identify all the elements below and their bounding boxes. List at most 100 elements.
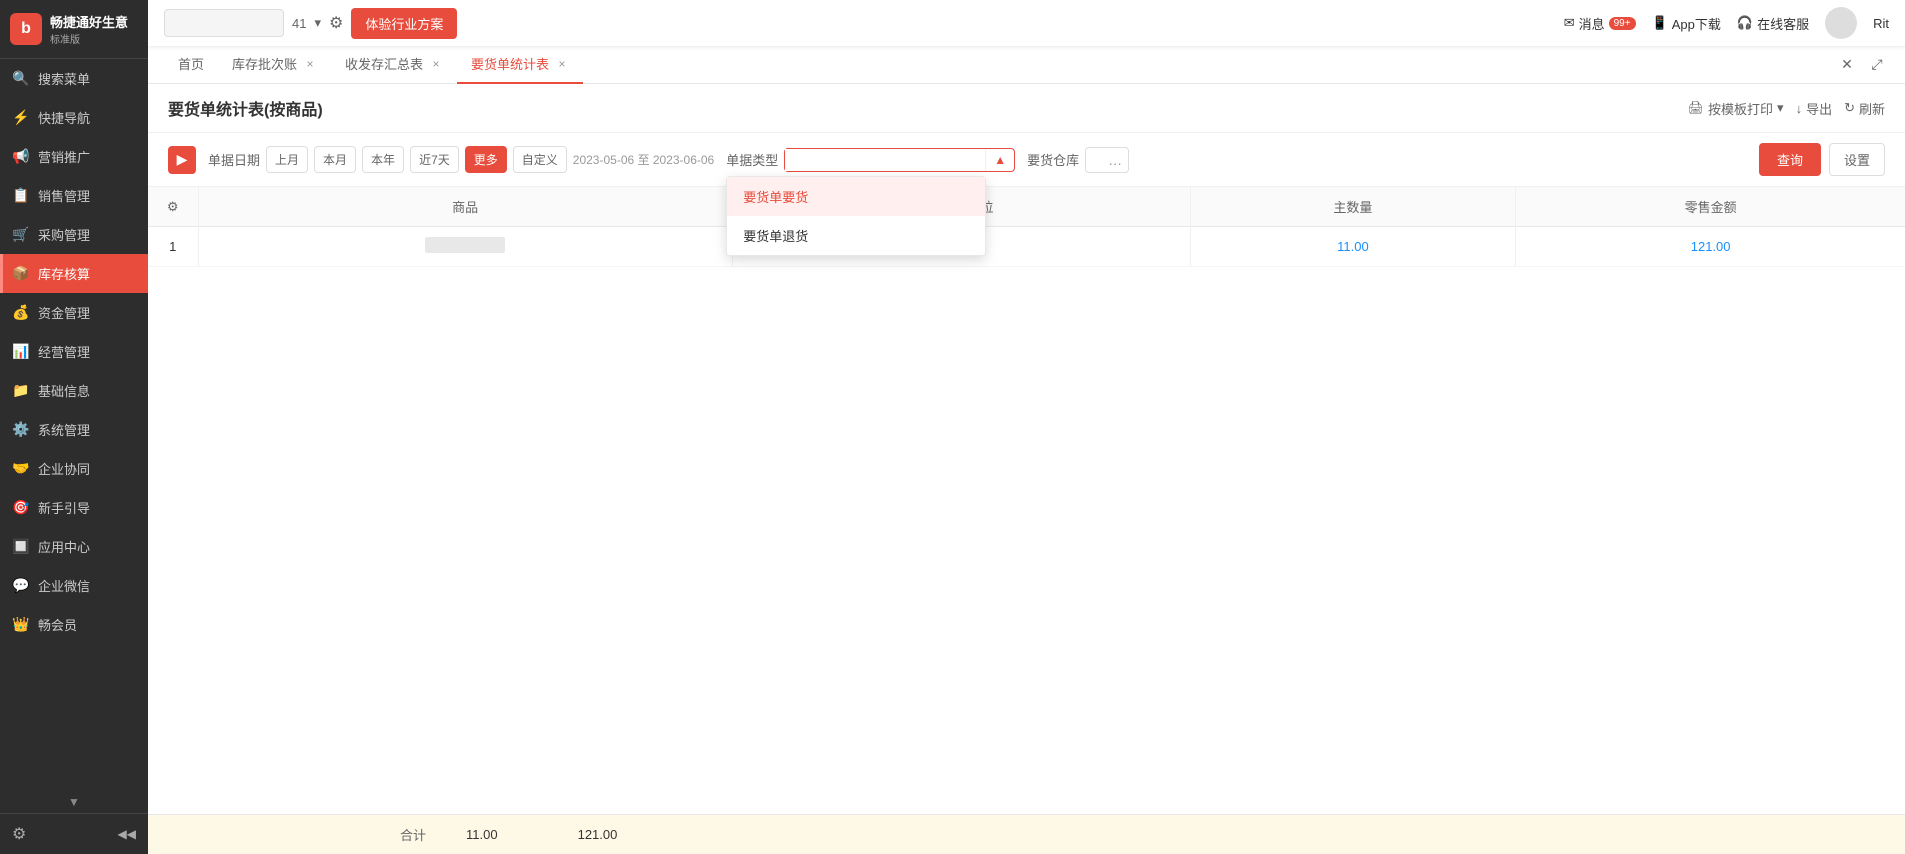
sidebar-app-center-label: 应用中心 <box>38 537 90 556</box>
query-btn[interactable]: 查询 <box>1759 143 1821 176</box>
sidebar-settings-icon[interactable]: ⚙ <box>12 824 26 844</box>
type-filter-label: 单据类型 <box>726 150 778 169</box>
date-current-month-btn[interactable]: 本月 <box>314 146 356 173</box>
quantity-link[interactable]: 11.00 <box>1337 239 1369 254</box>
tab-expand-btn[interactable]: ⤢ <box>1865 53 1889 77</box>
basic-icon: 📁 <box>12 382 30 400</box>
footer-amount: 121.00 <box>538 827 658 842</box>
table-settings-icon: ⚙ <box>167 199 179 214</box>
goods-placeholder <box>425 237 505 253</box>
warehouse-more-icon[interactable]: … <box>1102 148 1128 172</box>
user-avatar[interactable] <box>1825 7 1857 39</box>
warehouse-input-group[interactable]: … <box>1085 147 1129 173</box>
date-prev-month-btn[interactable]: 上月 <box>266 146 308 173</box>
sidebar-item-operations[interactable]: 📊 经营管理 <box>0 332 148 371</box>
username-label[interactable]: Rit <box>1873 16 1889 31</box>
type-input-chevron-icon[interactable]: ▲ <box>985 149 1014 171</box>
type-dropdown-menu: 要货单要货 要货单退货 <box>726 176 986 256</box>
chevron-down-icon: ▾ <box>314 15 321 31</box>
sidebar-item-guide[interactable]: 🎯 新手引导 <box>0 488 148 527</box>
cell-index: 1 <box>148 227 198 267</box>
sidebar-item-wechat[interactable]: 💬 企业微信 <box>0 566 148 605</box>
table-header-row: ⚙ 商品 主计量单位 主数量 零售金额 <box>148 187 1905 227</box>
online-service-btn[interactable]: 🎧 在线客服 <box>1737 14 1809 33</box>
search-icon: 🔍 <box>12 70 30 88</box>
sidebar-purchase-label: 采购管理 <box>38 225 90 244</box>
tab-inventory-batch-close[interactable]: × <box>303 57 317 71</box>
export-btn[interactable]: ↓ 导出 <box>1796 99 1833 118</box>
type-input-group: ▲ <box>784 148 1015 172</box>
sidebar-scroll-indicator: ▼ <box>0 791 148 813</box>
cell-goods <box>198 227 732 267</box>
topbar-dropdown[interactable]: ▾ <box>314 15 321 31</box>
tab-receive-summary-close[interactable]: × <box>429 57 443 71</box>
sidebar-item-search[interactable]: 🔍 搜索菜单 <box>0 59 148 98</box>
page-container: 要货单统计表(按商品) 🖨 按模板打印 ▾ ↓ 导出 ↻ 刷新 <box>148 84 1905 854</box>
tab-close-all-btn[interactable]: ✕ <box>1835 53 1859 77</box>
col-settings[interactable]: ⚙ <box>148 187 198 227</box>
export-label: 导出 <box>1806 99 1832 118</box>
data-table: ⚙ 商品 主计量单位 主数量 零售金额 1 <box>148 187 1905 267</box>
warehouse-filter-group: 要货仓库 … <box>1027 147 1129 173</box>
print-icon: 🖨 <box>1688 100 1705 116</box>
app-download-btn[interactable]: 📱 App下载 <box>1652 14 1721 33</box>
sidebar-item-member[interactable]: 👑 畅会员 <box>0 605 148 644</box>
app-logo-text: 畅捷通好生意 标准版 <box>50 12 128 46</box>
main-content: 41 ▾ ⚙ 体验行业方案 ✉ 消息 99+ 📱 App下载 🎧 在线客服 Ri… <box>148 0 1905 854</box>
finance-icon: 💰 <box>12 304 30 322</box>
operations-icon: 📊 <box>12 343 30 361</box>
print-template-btn[interactable]: 🖨 按模板打印 ▾ <box>1688 99 1784 118</box>
tab-order-stats-close[interactable]: × <box>555 57 569 71</box>
sidebar-item-marketing[interactable]: 📢 营销推广 <box>0 137 148 176</box>
date-custom-btn[interactable]: 自定义 <box>513 146 567 173</box>
filter-settings-btn[interactable]: 设置 <box>1829 143 1885 176</box>
sidebar-item-finance[interactable]: 💰 资金管理 <box>0 293 148 332</box>
tab-inventory-batch[interactable]: 库存批次账 × <box>218 46 331 84</box>
app-download-label: App下载 <box>1672 14 1721 33</box>
trial-btn[interactable]: 体验行业方案 <box>351 8 457 39</box>
purchase-icon: 🛒 <box>12 226 30 244</box>
date-more-btn[interactable]: 更多 <box>465 146 507 173</box>
topbar: 41 ▾ ⚙ 体验行业方案 ✉ 消息 99+ 📱 App下载 🎧 在线客服 Ri… <box>148 0 1905 46</box>
content-area: 要货单统计表(按商品) 🖨 按模板打印 ▾ ↓ 导出 ↻ 刷新 <box>148 84 1905 854</box>
sidebar-logo: b 畅捷通好生意 标准版 <box>0 0 148 59</box>
sidebar-item-purchase[interactable]: 🛒 采购管理 <box>0 215 148 254</box>
topbar-search-input[interactable] <box>164 9 284 37</box>
headset-icon: 🎧 <box>1737 15 1753 31</box>
cell-quantity: 11.00 <box>1190 227 1516 267</box>
type-option-require-goods[interactable]: 要货单要货 <box>727 177 985 216</box>
sidebar-collapse-icon[interactable]: ◀◀ <box>118 827 136 841</box>
tab-home[interactable]: 首页 <box>164 46 218 84</box>
enterprise-icon: 🤝 <box>12 460 30 478</box>
online-service-label: 在线客服 <box>1757 14 1809 33</box>
topbar-gear-icon[interactable]: ⚙ <box>329 13 343 33</box>
tab-receive-summary-label: 收发存汇总表 <box>345 54 423 73</box>
sidebar-search-label: 搜索菜单 <box>38 69 90 88</box>
sidebar-item-basic[interactable]: 📁 基础信息 <box>0 371 148 410</box>
sidebar-item-enterprise[interactable]: 🤝 企业协同 <box>0 449 148 488</box>
warehouse-input-label <box>1086 156 1102 164</box>
refresh-btn[interactable]: ↻ 刷新 <box>1844 99 1885 118</box>
sidebar-item-app-center[interactable]: 🔲 应用中心 <box>0 527 148 566</box>
system-icon: ⚙️ <box>12 421 30 439</box>
filter-actions: 查询 设置 <box>1759 143 1885 176</box>
filter-toggle-btn[interactable]: ▶ <box>168 146 196 174</box>
date-year-btn[interactable]: 本年 <box>362 146 404 173</box>
col-amount: 零售金额 <box>1516 187 1905 227</box>
amount-link[interactable]: 121.00 <box>1691 239 1731 254</box>
sidebar-item-system[interactable]: ⚙️ 系统管理 <box>0 410 148 449</box>
marketing-icon: 📢 <box>12 148 30 166</box>
messages-btn[interactable]: ✉ 消息 99+ <box>1564 14 1636 33</box>
sidebar-item-sales[interactable]: 📋 销售管理 <box>0 176 148 215</box>
type-option-require-return[interactable]: 要货单退货 <box>727 216 985 255</box>
page-header: 要货单统计表(按商品) 🖨 按模板打印 ▾ ↓ 导出 ↻ 刷新 <box>148 84 1905 133</box>
tab-order-stats[interactable]: 要货单统计表 × <box>457 46 583 84</box>
print-template-label: 按模板打印 <box>1708 99 1773 118</box>
type-input[interactable] <box>785 149 985 171</box>
date-week-btn[interactable]: 近7天 <box>410 146 459 173</box>
sidebar-item-quick-nav[interactable]: ⚡ 快捷导航 <box>0 98 148 137</box>
sidebar-system-label: 系统管理 <box>38 420 90 439</box>
sidebar-finance-label: 资金管理 <box>38 303 90 322</box>
tab-receive-summary[interactable]: 收发存汇总表 × <box>331 46 457 84</box>
sidebar-item-inventory[interactable]: 📦 库存核算 <box>0 254 148 293</box>
